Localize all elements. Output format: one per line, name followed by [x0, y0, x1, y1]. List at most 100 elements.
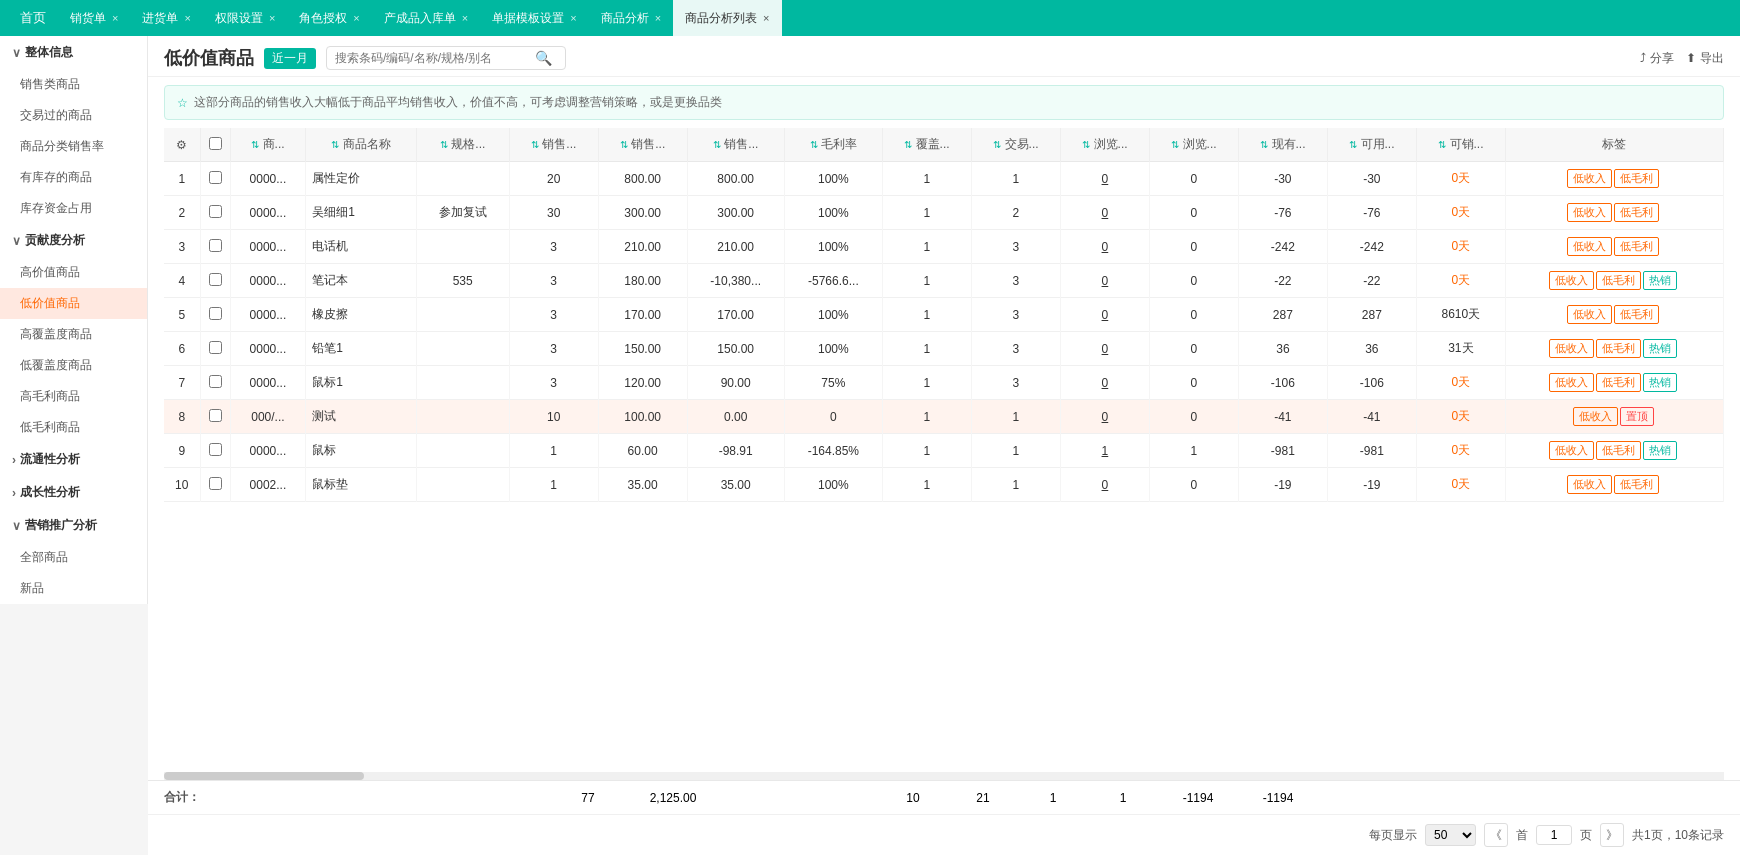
- browse-link[interactable]: 0: [1102, 342, 1109, 356]
- nav-close-purchase[interactable]: ×: [184, 12, 190, 24]
- nav-close-inventory[interactable]: ×: [462, 12, 468, 24]
- search-icon[interactable]: 🔍: [535, 50, 552, 66]
- col-sale-amount[interactable]: ⇅ 销售...: [598, 128, 687, 162]
- col-available[interactable]: ⇅ 可用...: [1327, 128, 1416, 162]
- col-code[interactable]: ⇅ 商...: [230, 128, 306, 162]
- cell-browse1[interactable]: 0: [1060, 162, 1149, 196]
- nav-close-product-analysis[interactable]: ×: [655, 12, 661, 24]
- col-spec[interactable]: ⇅ 规格...: [416, 128, 509, 162]
- search-input[interactable]: [335, 51, 535, 65]
- sidebar-item-high-coverage[interactable]: 高覆盖度商品: [0, 319, 147, 350]
- share-button[interactable]: ⤴ 分享: [1640, 50, 1674, 67]
- sidebar-item-stock-products[interactable]: 有库存的商品: [0, 162, 147, 193]
- sidebar-item-high-value[interactable]: 高价值商品: [0, 257, 147, 288]
- scrollbar-area[interactable]: [164, 772, 1724, 780]
- nav-roles[interactable]: 角色授权 ×: [287, 0, 371, 36]
- cell-browse1[interactable]: 0: [1060, 400, 1149, 434]
- col-current-stock[interactable]: ⇅ 现有...: [1238, 128, 1327, 162]
- col-name[interactable]: ⇅ 商品名称: [306, 128, 416, 162]
- pagination-bar: 每页显示 50 100 200 《 首 页 》 共1页，10条记录: [148, 814, 1740, 855]
- col-sellable[interactable]: ⇅ 可销...: [1416, 128, 1505, 162]
- col-settings[interactable]: ⚙: [164, 128, 200, 162]
- sidebar-item-category-rate[interactable]: 商品分类销售率: [0, 131, 147, 162]
- nav-inventory[interactable]: 产成品入库单 ×: [372, 0, 480, 36]
- next-page-btn[interactable]: 》: [1600, 823, 1624, 847]
- cell-browse1[interactable]: 0: [1060, 332, 1149, 366]
- page-size-select[interactable]: 50 100 200: [1425, 824, 1476, 846]
- cell-checkbox[interactable]: [200, 366, 230, 400]
- sidebar-group-circulation[interactable]: › 流通性分析: [0, 443, 147, 476]
- cell-checkbox[interactable]: [200, 298, 230, 332]
- scrollbar-thumb[interactable]: [164, 772, 364, 780]
- col-gross-margin[interactable]: ⇅ 毛利率: [784, 128, 882, 162]
- cell-browse1[interactable]: 0: [1060, 196, 1149, 230]
- cell-browse1[interactable]: 1: [1060, 434, 1149, 468]
- browse-link[interactable]: 0: [1102, 410, 1109, 424]
- cell-browse1[interactable]: 0: [1060, 264, 1149, 298]
- sidebar-item-low-coverage[interactable]: 低覆盖度商品: [0, 350, 147, 381]
- sidebar-item-low-value[interactable]: 低价值商品: [0, 288, 147, 319]
- sidebar-item-new-products[interactable]: 新品: [0, 573, 147, 604]
- browse-link[interactable]: 0: [1102, 308, 1109, 322]
- cell-checkbox[interactable]: [200, 162, 230, 196]
- sidebar-group-contribution[interactable]: ∨ 贡献度分析: [0, 224, 147, 257]
- select-all-checkbox[interactable]: [209, 137, 222, 150]
- nav-sales[interactable]: 销货单 ×: [58, 0, 130, 36]
- cell-checkbox[interactable]: [200, 196, 230, 230]
- col-sale-qty[interactable]: ⇅ 销售...: [509, 128, 598, 162]
- nav-template[interactable]: 单据模板设置 ×: [480, 0, 588, 36]
- period-badge[interactable]: 近一月: [264, 48, 316, 69]
- cell-browse1[interactable]: 0: [1060, 366, 1149, 400]
- browse-link[interactable]: 0: [1102, 206, 1109, 220]
- browse-link[interactable]: 1: [1102, 444, 1109, 458]
- export-button[interactable]: ⬆ 导出: [1686, 50, 1724, 67]
- col-checkbox[interactable]: [200, 128, 230, 162]
- nav-home[interactable]: 首页: [8, 0, 58, 36]
- col-tags[interactable]: 标签: [1505, 128, 1723, 162]
- settings-icon[interactable]: ⚙: [176, 138, 187, 152]
- cell-checkbox[interactable]: [200, 332, 230, 366]
- cell-checkbox[interactable]: [200, 468, 230, 502]
- nav-close-template[interactable]: ×: [570, 12, 576, 24]
- tag-item: 低收入: [1549, 339, 1594, 358]
- col-browse2[interactable]: ⇅ 浏览...: [1149, 128, 1238, 162]
- col-trade[interactable]: ⇅ 交易...: [971, 128, 1060, 162]
- browse-link[interactable]: 0: [1102, 240, 1109, 254]
- sidebar-item-all-products[interactable]: 全部商品: [0, 542, 147, 573]
- sidebar-group-marketing[interactable]: ∨ 营销推广分析: [0, 509, 147, 542]
- cell-checkbox[interactable]: [200, 434, 230, 468]
- nav-permissions[interactable]: 权限设置 ×: [203, 0, 287, 36]
- sidebar-group-overall[interactable]: ∨ 整体信息: [0, 36, 147, 69]
- sidebar-group-growth[interactable]: › 成长性分析: [0, 476, 147, 509]
- nav-purchase[interactable]: 进货单 ×: [130, 0, 202, 36]
- cell-browse1[interactable]: 0: [1060, 298, 1149, 332]
- nav-close-sales[interactable]: ×: [112, 12, 118, 24]
- col-browse1[interactable]: ⇅ 浏览...: [1060, 128, 1149, 162]
- sidebar-item-traded-products[interactable]: 交易过的商品: [0, 100, 147, 131]
- cell-checkbox[interactable]: [200, 264, 230, 298]
- sidebar-item-stock-capital[interactable]: 库存资金占用: [0, 193, 147, 224]
- cell-browse1[interactable]: 0: [1060, 230, 1149, 264]
- cell-checkbox[interactable]: [200, 400, 230, 434]
- sidebar-item-low-margin[interactable]: 低毛利商品: [0, 412, 147, 443]
- cell-available: -19: [1327, 468, 1416, 502]
- first-page-btn[interactable]: 《: [1484, 823, 1508, 847]
- nav-product-list[interactable]: 商品分析列表 ×: [673, 0, 781, 36]
- browse-link[interactable]: 0: [1102, 478, 1109, 492]
- sidebar-item-sales-products[interactable]: 销售类商品: [0, 69, 147, 100]
- nav-close-roles[interactable]: ×: [353, 12, 359, 24]
- nav-close-product-list[interactable]: ×: [763, 12, 769, 24]
- browse-link[interactable]: 0: [1102, 172, 1109, 186]
- page-number-input[interactable]: [1536, 825, 1572, 845]
- col-coverage[interactable]: ⇅ 覆盖...: [882, 128, 971, 162]
- nav-close-permissions[interactable]: ×: [269, 12, 275, 24]
- nav-product-analysis[interactable]: 商品分析 ×: [589, 0, 673, 36]
- sidebar-item-high-margin[interactable]: 高毛利商品: [0, 381, 147, 412]
- browse-link[interactable]: 0: [1102, 376, 1109, 390]
- page-label: 首: [1516, 827, 1528, 844]
- cell-browse1[interactable]: 0: [1060, 468, 1149, 502]
- cell-checkbox[interactable]: [200, 230, 230, 264]
- table-container[interactable]: ⚙ ⇅ 商... ⇅ 商品名称 ⇅ 规格... ⇅ 销售... ⇅ 销售... …: [148, 128, 1740, 772]
- browse-link[interactable]: 0: [1102, 274, 1109, 288]
- col-sale-price[interactable]: ⇅ 销售...: [687, 128, 784, 162]
